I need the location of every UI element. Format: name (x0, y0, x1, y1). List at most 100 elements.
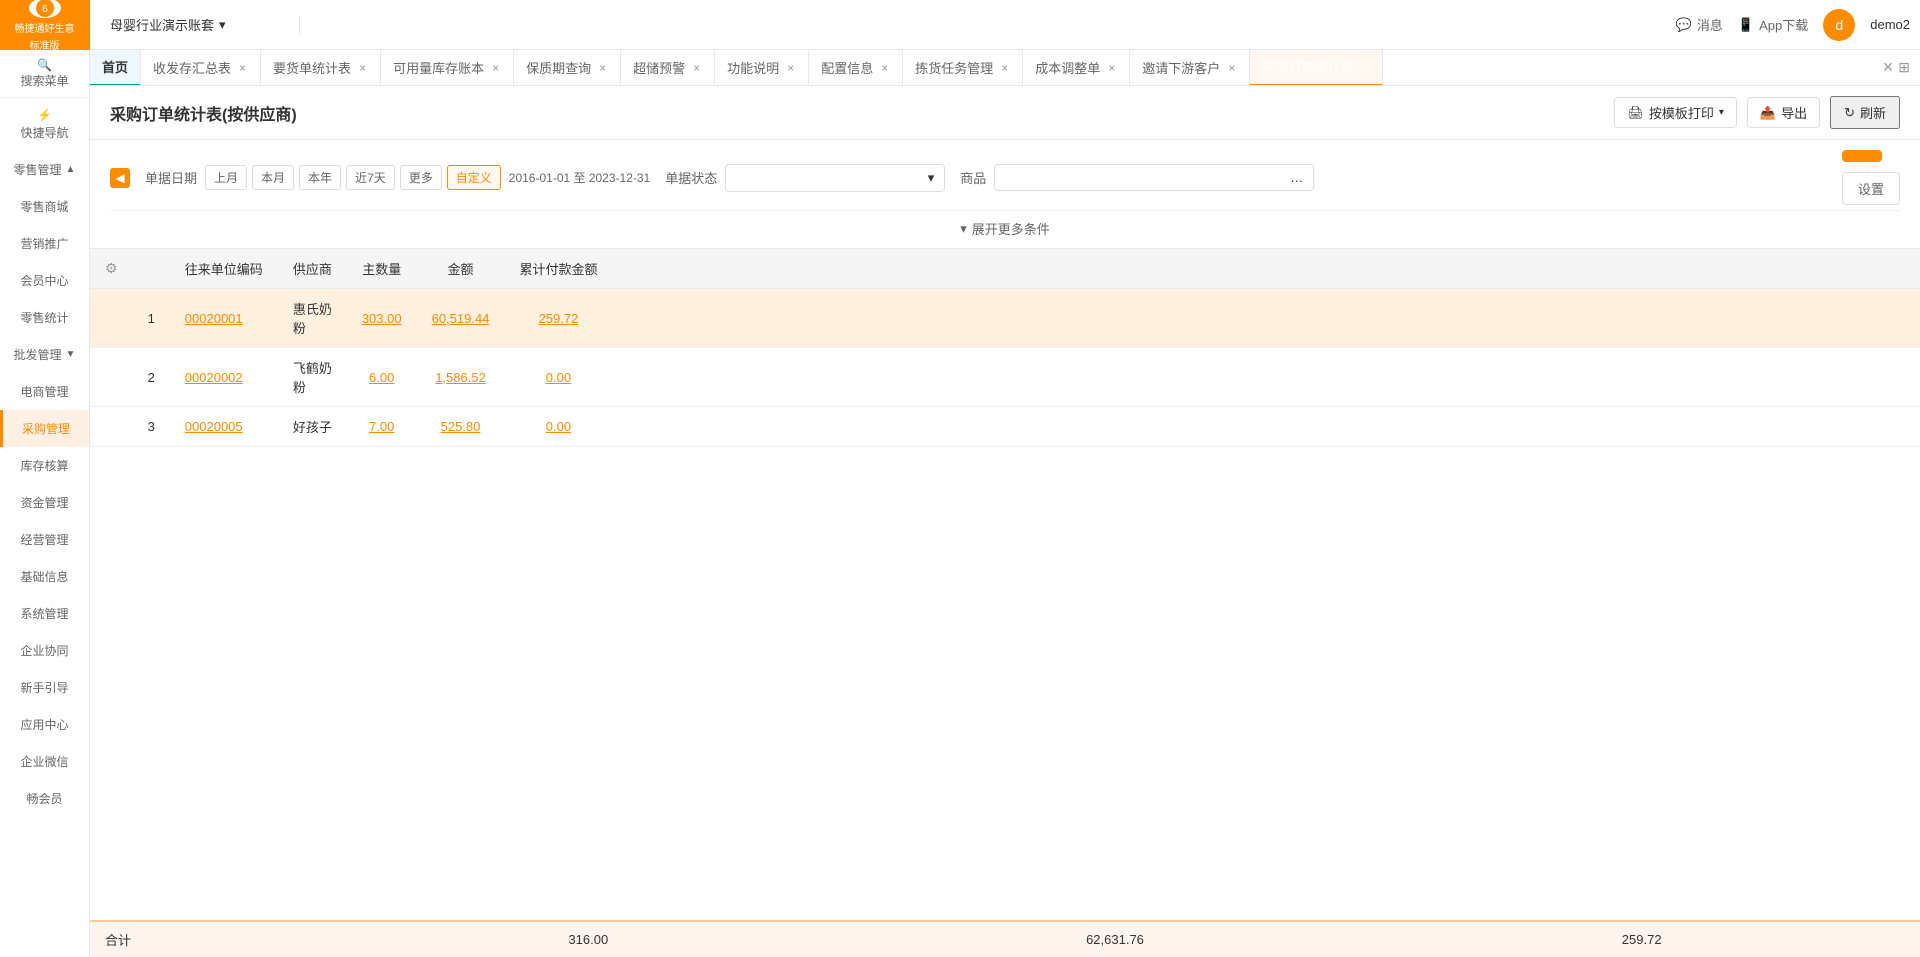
column-settings-icon[interactable]: ⚙ (105, 260, 118, 276)
tab-invite-downstream-close[interactable]: × (1226, 59, 1237, 77)
unit-code-link-2[interactable]: 00020002 (185, 370, 243, 385)
tab-config-info[interactable]: 配置信息 × (809, 50, 903, 86)
paid-amount-link-3[interactable]: 0.00 (546, 419, 571, 434)
date-btn-last-month[interactable]: 上月 (205, 165, 247, 190)
sidebar-item-operations[interactable]: 经营管理 (0, 521, 89, 558)
tab-cost-adjust[interactable]: 成本调整单 × (1023, 50, 1130, 86)
goods-input[interactable]: … (994, 164, 1314, 191)
expand-tabs-icon[interactable]: ⊞ (1898, 59, 1910, 76)
sidebar-retail-stats-label: 零售统计 (20, 309, 68, 326)
amount-link-1[interactable]: 60,519.44 (432, 311, 490, 326)
sidebar-item-member[interactable]: 会员中心 (0, 262, 89, 299)
tab-cost-adjust-close[interactable]: × (1106, 59, 1117, 77)
sidebar-item-marketing[interactable]: 营销推广 (0, 225, 89, 262)
tab-purchase-summary[interactable]: 采购订单统计表 × (1250, 50, 1383, 86)
sidebar-item-enterprise-wechat[interactable]: 企业微信 (0, 743, 89, 780)
tab-purchase-summary-close[interactable]: × (1359, 58, 1370, 76)
tab-pick-task-close[interactable]: × (999, 59, 1010, 77)
shortcut-icon: ⚡ (37, 108, 52, 122)
collapse-button[interactable]: ◀ (110, 168, 130, 188)
page-header: 采购订单统计表(按供应商) 🖨 按模板打印 ▾ 📤 导出 ↻ 刷新 (90, 86, 1920, 140)
sidebar-item-system[interactable]: 系统管理 (0, 595, 89, 632)
supplier-name-2: 飞鹤奶粉 (293, 361, 332, 395)
template-print-button[interactable]: 🖨 按模板打印 ▾ (1614, 97, 1737, 128)
settings-button[interactable]: 设置 (1842, 172, 1900, 205)
close-all-icon[interactable]: × (1883, 57, 1894, 78)
unit-code-link-1[interactable]: 00020001 (185, 311, 243, 326)
app-download-button[interactable]: 📱 App下载 (1738, 15, 1808, 34)
tab-function-desc[interactable]: 功能说明 × (715, 50, 809, 86)
refresh-button[interactable]: ↻ 刷新 (1830, 96, 1900, 129)
wholesale-expand-icon: ▼ (66, 349, 76, 360)
table-row[interactable]: 2 00020002 飞鹤奶粉 6.00 1,586.52 (90, 348, 1920, 407)
tab-available-stock-close[interactable]: × (490, 59, 501, 77)
td-supplier-3: 好孩子 (278, 407, 347, 447)
amount-link-3[interactable]: 525.80 (441, 419, 481, 434)
sidebar-ecommerce-label: 电商管理 (20, 383, 68, 400)
tab-receive-send-close[interactable]: × (237, 59, 248, 77)
tab-overstock-warning[interactable]: 超储预警 × (621, 50, 715, 86)
date-btn-this-month[interactable]: 本月 (252, 165, 294, 190)
main-qty-link-1[interactable]: 303.00 (362, 311, 402, 326)
goods-filter-group: 商品 … (960, 164, 1314, 191)
main-qty-link-3[interactable]: 7.00 (369, 419, 394, 434)
tab-expiry-query-close[interactable]: × (597, 59, 608, 77)
date-btn-more[interactable]: 更多 (400, 165, 442, 190)
date-custom-button[interactable]: 自定义 (447, 165, 501, 190)
message-button[interactable]: 💬 消息 (1676, 15, 1723, 34)
sidebar-item-member2[interactable]: 畅会员 (0, 780, 89, 817)
table-row[interactable]: 3 00020005 好孩子 7.00 525.80 (90, 407, 1920, 447)
sidebar-item-enterprise[interactable]: 企业协同 (0, 632, 89, 669)
paid-amount-link-1[interactable]: 259.72 (539, 311, 579, 326)
tab-order-summary-close[interactable]: × (357, 59, 368, 77)
tab-invite-downstream[interactable]: 邀请下游客户 × (1130, 50, 1250, 86)
tab-pick-task[interactable]: 拣货任务管理 × (903, 50, 1023, 86)
user-avatar[interactable]: d (1823, 9, 1855, 41)
sidebar-item-inventory[interactable]: 库存核算 (0, 447, 89, 484)
tab-overstock-warning-close[interactable]: × (691, 59, 702, 77)
tab-expiry-query[interactable]: 保质期查询 × (514, 50, 621, 86)
main-content: 采购订单统计表(按供应商) 🖨 按模板打印 ▾ 📤 导出 ↻ 刷新 (90, 86, 1920, 957)
sidebar-item-ecommerce[interactable]: 电商管理 (0, 373, 89, 410)
main-qty-link-2[interactable]: 6.00 (369, 370, 394, 385)
td-supplier-2: 飞鹤奶粉 (278, 348, 347, 407)
sidebar-item-newbie[interactable]: 新手引导 (0, 669, 89, 706)
app-logo[interactable]: 6 畅捷通好生意 标准版 (0, 0, 90, 50)
tab-home[interactable]: 首页 (90, 50, 141, 86)
sidebar-item-purchase[interactable]: 采购管理 (0, 410, 89, 447)
th-settings[interactable]: ⚙ (90, 249, 133, 289)
logo-icon: 6 (29, 0, 61, 18)
tab-config-info-close[interactable]: × (879, 59, 890, 77)
tab-function-desc-close[interactable]: × (785, 59, 796, 77)
sidebar-item-retail-stats[interactable]: 零售统计 (0, 299, 89, 336)
td-paid-amount-1: 259.72 (504, 289, 612, 348)
sidebar-shortcut-label: 快捷导航 (20, 124, 68, 141)
sidebar-item-basic[interactable]: 基础信息 (0, 558, 89, 595)
sidebar-item-shortcut[interactable]: ⚡ 快捷导航 (0, 98, 89, 151)
workspace-arrow: ▾ (219, 17, 226, 33)
tab-receive-send[interactable]: 收发存汇总表 × (141, 50, 261, 86)
sidebar-search[interactable]: 🔍 搜索菜单 (0, 50, 89, 98)
svg-text:6: 6 (42, 4, 48, 15)
sidebar-item-retail-mall[interactable]: 零售商城 (0, 188, 89, 225)
date-btn-7days[interactable]: 近7天 (346, 165, 395, 190)
sidebar-item-wholesale[interactable]: 批发管理 ▼ (0, 336, 89, 373)
sidebar-item-app-center[interactable]: 应用中心 (0, 706, 89, 743)
sidebar-item-retail[interactable]: 零售管理 ▲ (0, 151, 89, 188)
expand-conditions[interactable]: ▾ 展开更多条件 (110, 210, 1900, 238)
td-extra-1 (612, 289, 1920, 348)
export-button[interactable]: 📤 导出 (1747, 97, 1820, 128)
paid-amount-link-2[interactable]: 0.00 (546, 370, 571, 385)
sidebar-app-center-label: 应用中心 (20, 716, 68, 733)
summary-paid-amount: 259.72 (1378, 932, 1905, 947)
table-row[interactable]: 1 00020001 惠氏奶粉 303.00 60,519.44 (90, 289, 1920, 348)
status-select[interactable]: ▾ (725, 164, 945, 192)
sidebar-item-finance[interactable]: 资金管理 (0, 484, 89, 521)
tab-order-summary[interactable]: 要货单统计表 × (261, 50, 381, 86)
tab-available-stock[interactable]: 可用量库存账本 × (381, 50, 514, 86)
date-btn-this-year[interactable]: 本年 (299, 165, 341, 190)
query-button[interactable] (1842, 150, 1882, 162)
workspace-selector[interactable]: 母婴行业演示账套 ▾ (100, 15, 300, 34)
amount-link-2[interactable]: 1,586.52 (435, 370, 486, 385)
unit-code-link-3[interactable]: 00020005 (185, 419, 243, 434)
